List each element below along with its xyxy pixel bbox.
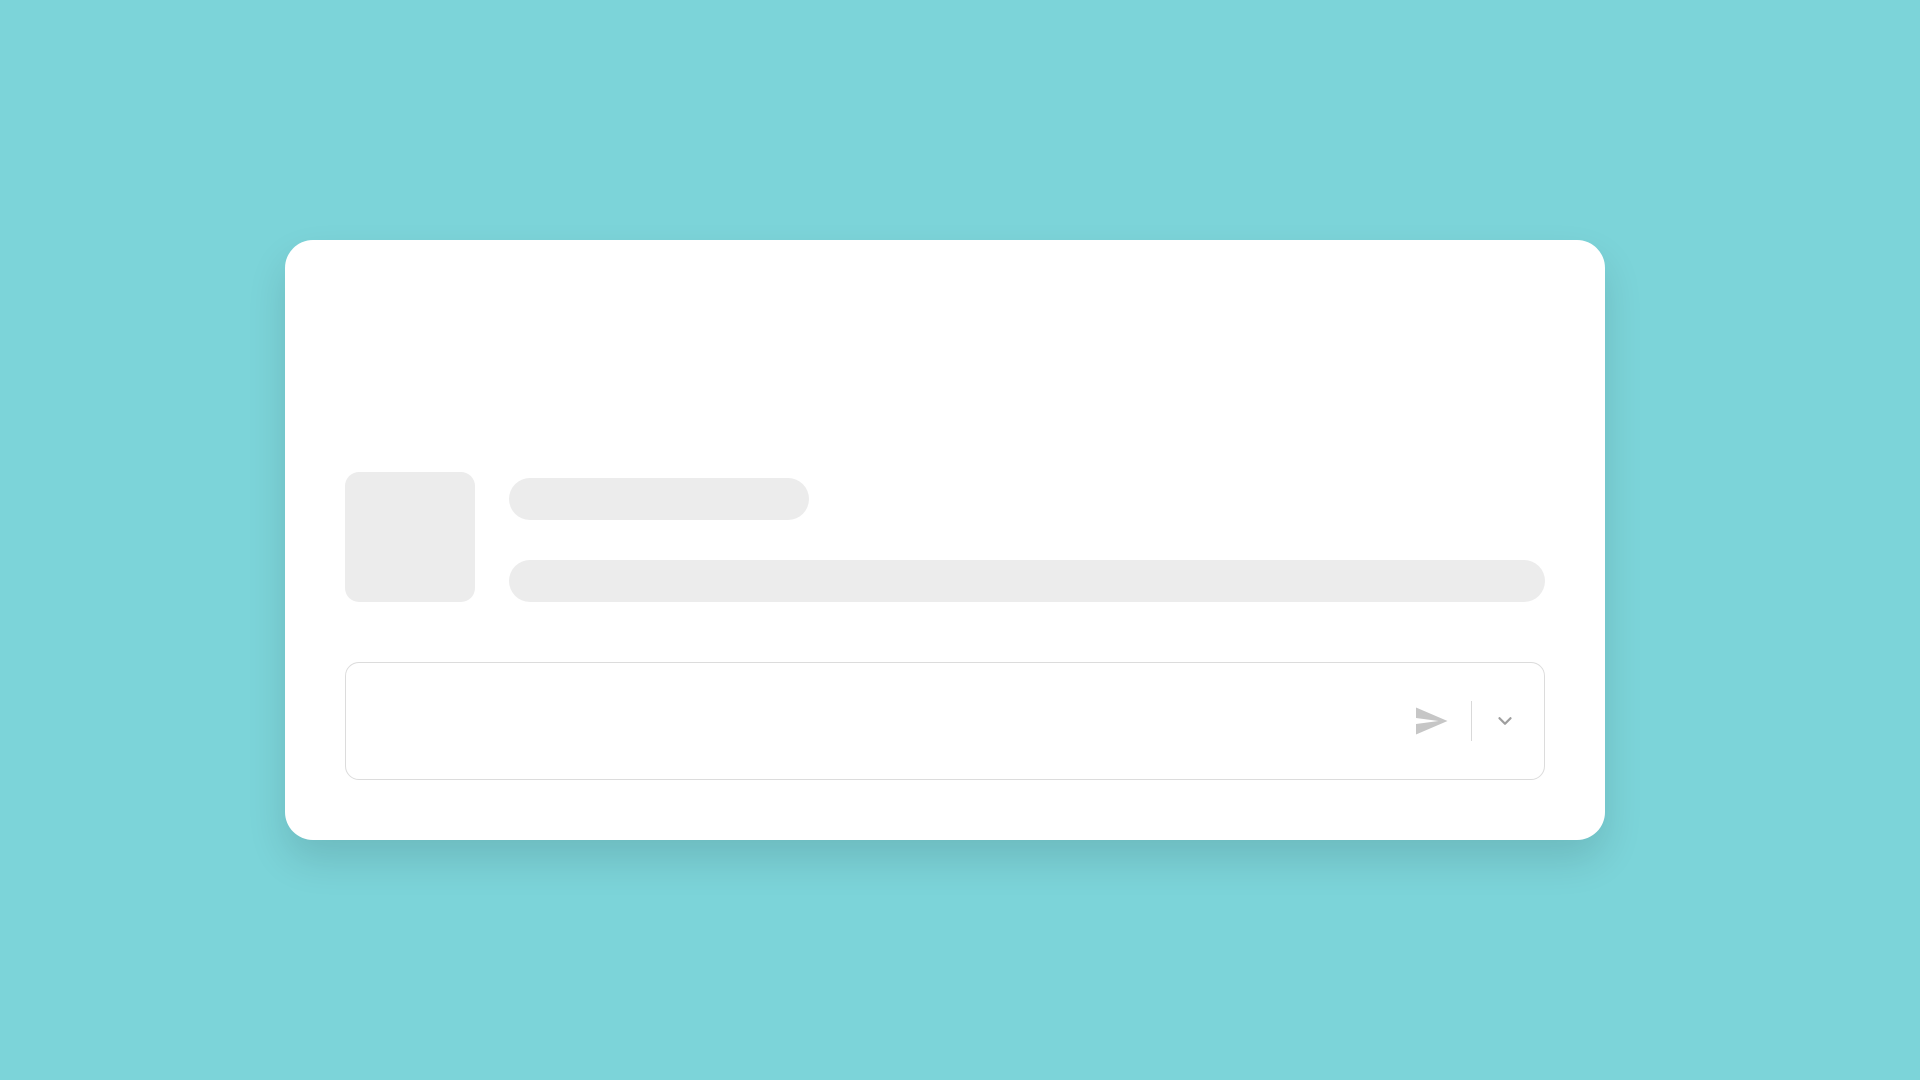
- message-input[interactable]: [374, 663, 1409, 779]
- message-author-skeleton: [509, 478, 809, 520]
- message-content-skeleton: [509, 560, 1545, 602]
- message-row: [345, 472, 1545, 602]
- send-button[interactable]: [1409, 699, 1453, 743]
- chevron-down-icon: [1494, 710, 1516, 732]
- message-body: [509, 472, 1545, 602]
- send-options-button[interactable]: [1490, 706, 1520, 736]
- chat-card: [285, 240, 1605, 840]
- divider: [1471, 701, 1473, 741]
- avatar: [345, 472, 475, 602]
- send-icon: [1413, 703, 1449, 739]
- send-cluster: [1409, 699, 1521, 743]
- composer: [345, 662, 1545, 780]
